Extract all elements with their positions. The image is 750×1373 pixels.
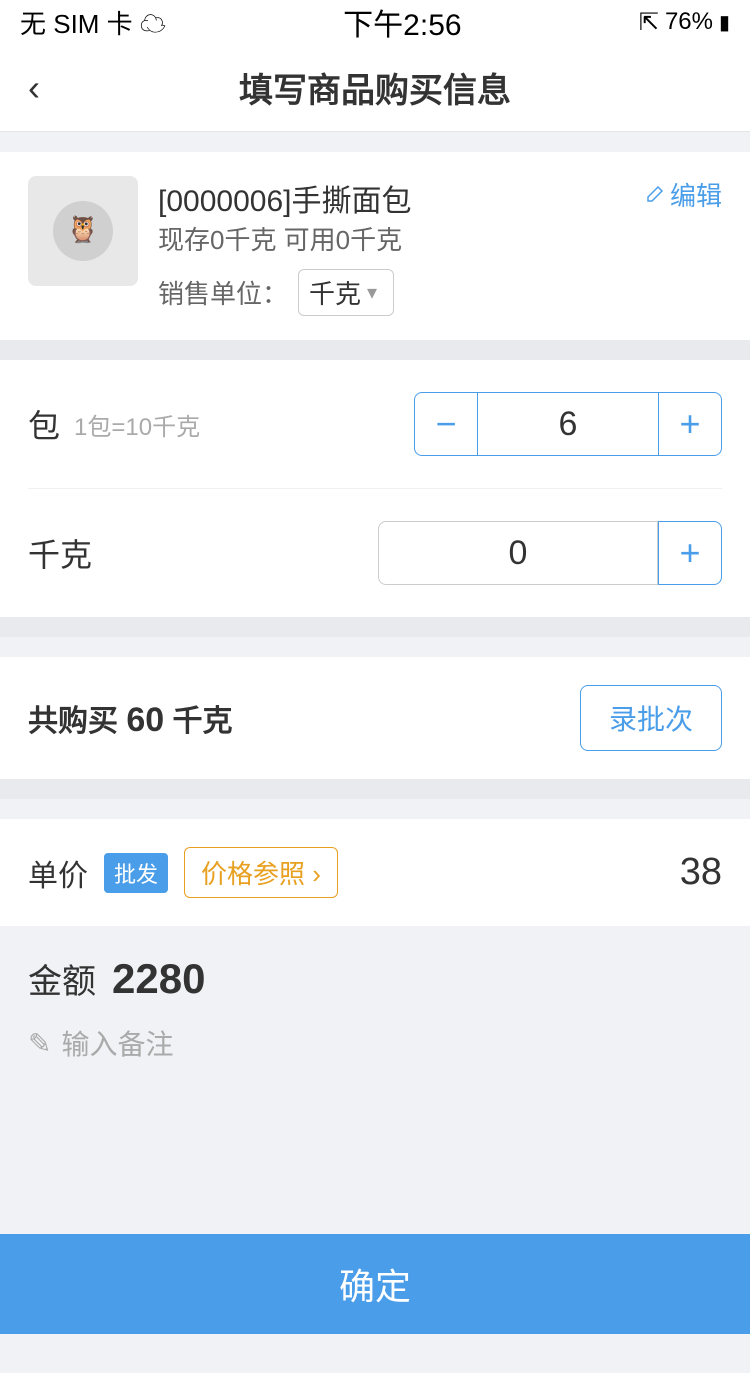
edit-button[interactable]: 编辑 xyxy=(644,176,722,213)
product-unit-row: 销售单位： 千克 ▾ xyxy=(158,269,722,316)
page-title: 填写商品购买信息 xyxy=(239,63,511,112)
price-value: 38 xyxy=(680,851,722,894)
bao-input[interactable] xyxy=(478,392,658,456)
status-bar: 无 SIM 卡 ☁ 下午2:56 ⇱ 76% ▮ xyxy=(0,0,750,44)
chevron-down-icon: ▾ xyxy=(367,280,377,305)
bao-row: 包 1包=10千克 − + xyxy=(28,360,722,489)
amount-value: 2280 xyxy=(112,955,205,1003)
battery-level: 76% xyxy=(665,8,713,36)
summary-unit xyxy=(164,705,172,738)
unit-label: 销售单位： xyxy=(158,274,288,311)
nav-bar: ‹ 填写商品购买信息 xyxy=(0,44,750,132)
product-stock: 现存0千克 可用0千克 xyxy=(158,220,722,257)
kg-label: 千克 xyxy=(28,530,92,576)
price-ref-button[interactable]: 价格参照 › xyxy=(184,847,338,898)
svg-text:🦉: 🦉 xyxy=(67,214,99,244)
confirm-button[interactable]: 确定 xyxy=(0,1234,750,1334)
pencil-icon: ✎ xyxy=(28,1027,51,1060)
battery-icon: ⇱ xyxy=(639,8,659,37)
input-section: 包 1包=10千克 − + 千克 + xyxy=(0,360,750,617)
section-separator-1 xyxy=(0,340,750,360)
sim-status: 无 SIM 卡 ☁ xyxy=(20,4,166,41)
status-time: 下午2:56 xyxy=(343,0,461,44)
kg-plus-button[interactable]: + xyxy=(658,521,722,585)
edit-icon xyxy=(644,185,664,205)
note-row[interactable]: ✎ 输入备注 xyxy=(28,1023,722,1063)
summary-section: 共购买 60 千克 录批次 xyxy=(0,657,750,779)
kg-row: 千克 + xyxy=(28,489,722,617)
section-separator-2 xyxy=(0,617,750,637)
product-info: [0000006]手撕面包 编辑 现存0千克 可用0千克 销售单位： 千克 ▾ xyxy=(158,176,722,316)
section-separator-3 xyxy=(0,779,750,799)
amount-row: 金额 2280 xyxy=(28,954,722,1003)
product-thumb-icon: 🦉 xyxy=(48,196,118,266)
amount-label: 金额 xyxy=(28,954,96,1003)
amount-section: 金额 2280 ✎ 输入备注 xyxy=(0,926,750,1073)
unit-selector[interactable]: 千克 ▾ xyxy=(298,269,394,316)
price-row: 单价 批发 价格参照 › 38 xyxy=(28,847,722,898)
product-thumbnail: 🦉 xyxy=(28,176,138,286)
batch-button[interactable]: 录批次 xyxy=(580,685,722,751)
bao-minus-button[interactable]: − xyxy=(414,392,478,456)
kg-input[interactable] xyxy=(378,521,658,585)
unit-value: 千克 xyxy=(309,274,361,311)
battery-bar: ▮ xyxy=(719,10,730,35)
bao-sub-label: 1包=10千克 xyxy=(74,407,200,442)
summary-text: 共购买 60 千克 xyxy=(28,696,233,740)
status-right: ⇱ 76% ▮ xyxy=(639,8,730,37)
note-placeholder: 输入备注 xyxy=(61,1023,173,1063)
bao-plus-button[interactable]: + xyxy=(658,392,722,456)
back-button[interactable]: ‹ xyxy=(28,67,40,109)
product-name: [0000006]手撕面包 xyxy=(158,185,411,218)
product-card: 🦉 [0000006]手撕面包 编辑 现存0千克 可用0千克 销售单位： 千克 … xyxy=(0,152,750,340)
bao-label: 包 1包=10千克 xyxy=(28,401,200,447)
kg-stepper: + xyxy=(378,521,722,585)
price-label: 单价 xyxy=(28,851,88,895)
status-left: 无 SIM 卡 ☁ xyxy=(20,4,166,41)
price-type-tag: 批发 xyxy=(104,853,168,893)
bao-stepper: − + xyxy=(414,392,722,456)
price-section: 单价 批发 价格参照 › 38 xyxy=(0,819,750,926)
